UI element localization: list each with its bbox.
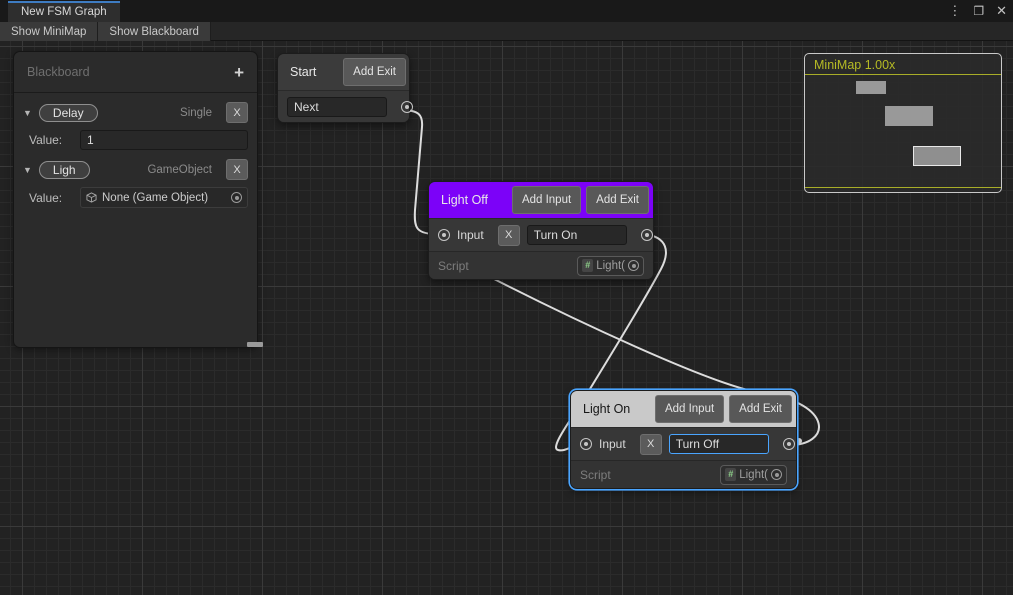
- script-row: Script # Light(: [429, 251, 653, 279]
- input-port[interactable]: [438, 229, 450, 241]
- script-row: Script # Light(: [571, 460, 796, 488]
- exit-name-input[interactable]: [527, 225, 627, 245]
- object-picker-icon[interactable]: [231, 192, 242, 203]
- gameobject-field[interactable]: None (Game Object): [80, 187, 248, 208]
- add-input-button[interactable]: Add Input: [655, 395, 724, 423]
- input-exit-row: Input X: [571, 427, 796, 460]
- graph-toolbar: Show MiniMap Show Blackboard: [0, 22, 1013, 41]
- node-start-header[interactable]: Start Add Exit: [278, 54, 409, 90]
- csharp-script-icon: #: [725, 468, 736, 481]
- cube-icon: [86, 192, 97, 203]
- exit-name-input[interactable]: [287, 97, 387, 117]
- minimap-title: MiniMap 1.00x: [814, 58, 895, 72]
- variable-value-row: Value:: [14, 123, 257, 150]
- input-label: Input: [599, 437, 626, 451]
- script-label: Script: [580, 468, 720, 482]
- input-exit-row: Input X: [429, 218, 653, 251]
- chevron-down-icon[interactable]: ▼: [23, 165, 32, 175]
- remove-exit-button[interactable]: X: [498, 225, 520, 246]
- value-label: Value:: [29, 191, 72, 205]
- script-object-field[interactable]: # Light(: [577, 256, 644, 276]
- variable-value-row: Value: None (Game Object): [14, 180, 257, 208]
- input-label: Input: [457, 228, 484, 242]
- script-field-value: Light(: [739, 469, 768, 481]
- window-titlebar: New FSM Graph ⋮ ❐ ✕: [0, 0, 1013, 22]
- value-label: Value:: [29, 133, 72, 147]
- variable-name-pill[interactable]: Ligh: [39, 161, 90, 179]
- output-port[interactable]: [783, 438, 795, 450]
- output-port[interactable]: [641, 229, 653, 241]
- tab-label: New FSM Graph: [21, 6, 107, 18]
- add-exit-button[interactable]: Add Exit: [343, 58, 406, 86]
- node-title: Light On: [583, 402, 650, 416]
- node-start[interactable]: Start Add Exit: [277, 53, 410, 123]
- node-light-on-header[interactable]: Light On Add Input Add Exit: [571, 391, 796, 427]
- output-port[interactable]: [401, 101, 413, 113]
- fsm-graph-window: New FSM Graph ⋮ ❐ ✕ Show MiniMap Show Bl…: [0, 0, 1013, 595]
- minimap-node-light-on[interactable]: [913, 146, 961, 166]
- exit-row-next: [278, 90, 409, 122]
- variable-type-label: GameObject: [147, 164, 219, 176]
- minimap-viewport: [805, 74, 1001, 188]
- blackboard-panel: Blackboard + ▼ Delay Single X Value: ▼ L…: [13, 51, 258, 348]
- script-field-value: Light(: [596, 260, 625, 272]
- script-label: Script: [438, 259, 577, 273]
- object-picker-icon[interactable]: [628, 260, 639, 271]
- minimap-panel[interactable]: MiniMap 1.00x: [804, 53, 1002, 193]
- csharp-script-icon: #: [582, 259, 593, 272]
- show-blackboard-button[interactable]: Show Blackboard: [98, 22, 211, 41]
- graph-canvas[interactable]: Blackboard + ▼ Delay Single X Value: ▼ L…: [0, 41, 1013, 595]
- kebab-menu-icon[interactable]: ⋮: [948, 0, 961, 22]
- object-picker-icon[interactable]: [771, 469, 782, 480]
- tab-new-fsm-graph[interactable]: New FSM Graph: [8, 1, 120, 22]
- variable-row-ligh: ▼ Ligh GameObject X: [14, 150, 257, 180]
- add-exit-button[interactable]: Add Exit: [586, 186, 649, 214]
- blackboard-header: Blackboard +: [14, 52, 257, 93]
- chevron-down-icon[interactable]: ▼: [23, 108, 32, 118]
- variable-row-delay: ▼ Delay Single X: [14, 93, 257, 123]
- window-controls: ⋮ ❐ ✕: [948, 0, 1007, 22]
- remove-exit-button[interactable]: X: [640, 434, 662, 455]
- add-variable-button[interactable]: +: [234, 64, 244, 81]
- remove-variable-button[interactable]: X: [226, 102, 248, 123]
- blackboard-title: Blackboard: [27, 65, 234, 79]
- node-title: Light Off: [441, 193, 507, 207]
- node-light-on[interactable]: Light On Add Input Add Exit Input X Scri…: [570, 390, 797, 489]
- script-object-field[interactable]: # Light(: [720, 465, 787, 485]
- variable-name-pill[interactable]: Delay: [39, 104, 98, 122]
- node-light-off-header[interactable]: Light Off Add Input Add Exit: [429, 182, 653, 218]
- panel-resize-handle[interactable]: [247, 342, 263, 347]
- minimap-node-start[interactable]: [856, 81, 886, 94]
- gameobject-field-value: None (Game Object): [102, 192, 226, 204]
- add-exit-button[interactable]: Add Exit: [729, 395, 792, 423]
- input-port[interactable]: [580, 438, 592, 450]
- add-input-button[interactable]: Add Input: [512, 186, 581, 214]
- node-title: Start: [290, 65, 338, 79]
- minimap-node-light-off[interactable]: [885, 106, 933, 126]
- variable-type-label: Single: [180, 107, 219, 119]
- node-light-off[interactable]: Light Off Add Input Add Exit Input X Scr…: [428, 181, 654, 280]
- exit-name-input[interactable]: [669, 434, 769, 454]
- show-minimap-button[interactable]: Show MiniMap: [0, 22, 98, 41]
- remove-variable-button[interactable]: X: [226, 159, 248, 180]
- close-icon[interactable]: ✕: [996, 0, 1007, 22]
- delay-value-input[interactable]: [80, 130, 248, 150]
- maximize-icon[interactable]: ❐: [973, 0, 984, 22]
